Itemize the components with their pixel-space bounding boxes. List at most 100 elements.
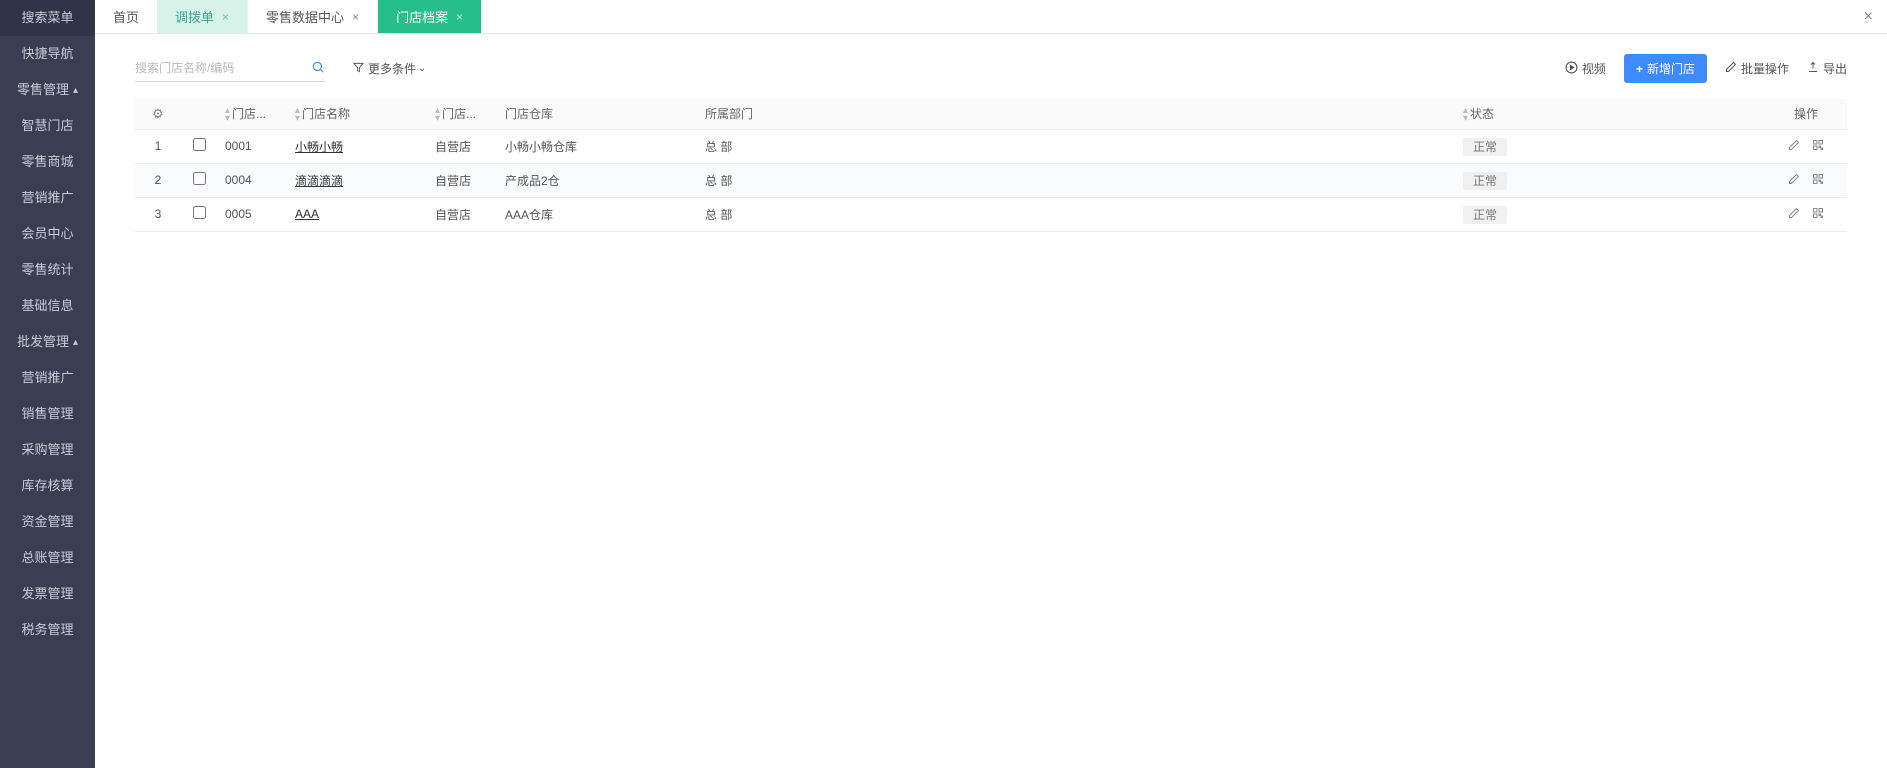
code-header[interactable]: ▴▾门店... (217, 99, 287, 129)
store-dept: 总 部 (697, 163, 1455, 197)
row-index: 1 (135, 129, 181, 163)
store-biztype: 自营店 (427, 129, 497, 163)
status-badge: 正常 (1463, 138, 1507, 156)
biztype-header[interactable]: ▴▾门店... (427, 99, 497, 129)
sidebar-item-sales-mgmt[interactable]: 销售管理 (0, 396, 95, 432)
add-store-label: 新增门店 (1647, 60, 1695, 77)
export-button[interactable]: 导出 (1807, 60, 1847, 77)
sidebar-item-inventory[interactable]: 库存核算 (0, 468, 95, 504)
row-checkbox[interactable] (193, 172, 206, 185)
store-name-link[interactable]: AAA (295, 207, 319, 221)
store-dept: 总 部 (697, 129, 1455, 163)
qrcode-icon[interactable] (1812, 140, 1824, 154)
dept-header: 所属部门 (697, 99, 1455, 129)
store-warehouse: 小畅小畅仓库 (497, 129, 697, 163)
edit-icon[interactable] (1788, 208, 1800, 222)
export-label: 导出 (1823, 60, 1847, 77)
tab-home[interactable]: 首页 (95, 0, 157, 33)
sidebar-item-funds[interactable]: 资金管理 (0, 504, 95, 540)
video-label: 视频 (1582, 60, 1606, 77)
header-label: 操作 (1794, 107, 1818, 121)
sidebar-item-basic-info[interactable]: 基础信息 (0, 288, 95, 324)
sidebar-item-marketing2[interactable]: 营销推广 (0, 360, 95, 396)
edit-icon (1725, 61, 1737, 76)
table-header-row: ⚙ ▴▾门店... ▴▾门店名称 ▴▾门店... 门店仓库 所属部门 ▴▾状态 … (135, 99, 1847, 129)
row-index: 2 (135, 163, 181, 197)
tab-label: 零售数据中心 (266, 7, 344, 26)
ops-header: 操作 (1765, 99, 1847, 129)
checkbox-header (181, 99, 217, 129)
sidebar-item-label: 搜索菜单 (21, 10, 73, 25)
sidebar-item-label: 零售统计 (21, 262, 73, 277)
video-button[interactable]: 视频 (1565, 60, 1606, 77)
settings-header[interactable]: ⚙ (135, 99, 181, 129)
batch-ops-label: 批量操作 (1741, 60, 1789, 77)
header-label: 状态 (1470, 107, 1494, 121)
sidebar: 搜索菜单 快捷导航 零售管理▴ 智慧门店 零售商城 营销推广 会员中心 零售统计… (0, 0, 95, 768)
status-badge: 正常 (1463, 206, 1507, 224)
sidebar-item-marketing[interactable]: 营销推广 (0, 180, 95, 216)
chevron-up-icon: ▴ (73, 325, 78, 361)
batch-ops-button[interactable]: 批量操作 (1725, 60, 1789, 77)
edit-icon[interactable] (1788, 140, 1800, 154)
sidebar-item-quick-nav[interactable]: 快捷导航 (0, 36, 95, 72)
sidebar-item-ledger[interactable]: 总账管理 (0, 540, 95, 576)
close-icon[interactable]: × (222, 10, 229, 24)
sidebar-item-retail-stats[interactable]: 零售统计 (0, 252, 95, 288)
sidebar-item-label: 智慧门店 (21, 118, 73, 133)
sort-icon: ▴▾ (1463, 107, 1468, 123)
tab-label: 门店档案 (396, 7, 448, 26)
sidebar-item-tax[interactable]: 税务管理 (0, 612, 95, 648)
store-warehouse: AAA仓库 (497, 197, 697, 231)
sidebar-item-label: 快捷导航 (21, 46, 73, 61)
sidebar-item-label: 总账管理 (21, 550, 73, 565)
header-label: 所属部门 (705, 107, 753, 121)
sidebar-section-wholesale[interactable]: 批发管理▴ (0, 324, 95, 360)
sidebar-item-search-menu[interactable]: 搜索菜单 (0, 0, 95, 36)
sort-icon: ▴▾ (225, 107, 230, 123)
close-icon[interactable]: × (456, 10, 463, 24)
qrcode-icon[interactable] (1812, 174, 1824, 188)
store-biztype: 自营店 (427, 197, 497, 231)
store-warehouse: 产成品2仓 (497, 163, 697, 197)
sidebar-item-invoice[interactable]: 发票管理 (0, 576, 95, 612)
main: 首页 调拨单 × 零售数据中心 × 门店档案 × × 更多条件 ⌄ (95, 0, 1887, 252)
close-all-icon[interactable]: × (1858, 0, 1879, 34)
store-name-link[interactable]: 滴滴滴滴 (295, 174, 343, 188)
search-icon[interactable] (311, 60, 325, 77)
store-dept: 总 部 (697, 197, 1455, 231)
edit-icon[interactable] (1788, 174, 1800, 188)
add-store-button[interactable]: + 新增门店 (1624, 54, 1707, 83)
sidebar-item-label: 发票管理 (21, 586, 73, 601)
row-index: 3 (135, 197, 181, 231)
tab-store-archive[interactable]: 门店档案 × (378, 0, 482, 33)
row-checkbox[interactable] (193, 138, 206, 151)
name-header[interactable]: ▴▾门店名称 (287, 99, 427, 129)
qrcode-icon[interactable] (1812, 208, 1824, 222)
store-code: 0005 (217, 197, 287, 231)
sidebar-item-smart-store[interactable]: 智慧门店 (0, 108, 95, 144)
store-name-link[interactable]: 小畅小畅 (295, 140, 343, 154)
sidebar-item-label: 会员中心 (21, 226, 73, 241)
more-conditions-button[interactable]: 更多条件 ⌄ (353, 60, 426, 77)
search-box (135, 56, 325, 82)
sidebar-item-member-center[interactable]: 会员中心 (0, 216, 95, 252)
sidebar-item-label: 销售管理 (21, 406, 73, 421)
status-badge: 正常 (1463, 172, 1507, 190)
store-biztype: 自营店 (427, 163, 497, 197)
export-icon (1807, 61, 1819, 76)
sidebar-item-label: 资金管理 (21, 514, 73, 529)
tab-label: 调拨单 (175, 7, 214, 26)
status-header[interactable]: ▴▾状态 (1455, 99, 1765, 129)
search-input[interactable] (135, 61, 311, 75)
close-icon[interactable]: × (352, 10, 359, 24)
sidebar-item-retail-mall[interactable]: 零售商城 (0, 144, 95, 180)
sidebar-item-label: 营销推广 (21, 370, 73, 385)
store-table: ⚙ ▴▾门店... ▴▾门店名称 ▴▾门店... 门店仓库 所属部门 ▴▾状态 … (135, 99, 1847, 232)
tab-transfer[interactable]: 调拨单 × (157, 0, 248, 33)
row-checkbox[interactable] (193, 206, 206, 219)
sidebar-item-purchase[interactable]: 采购管理 (0, 432, 95, 468)
sidebar-item-label: 零售管理 (17, 82, 69, 97)
sidebar-section-retail[interactable]: 零售管理▴ (0, 72, 95, 108)
tab-retail-data[interactable]: 零售数据中心 × (248, 0, 378, 33)
